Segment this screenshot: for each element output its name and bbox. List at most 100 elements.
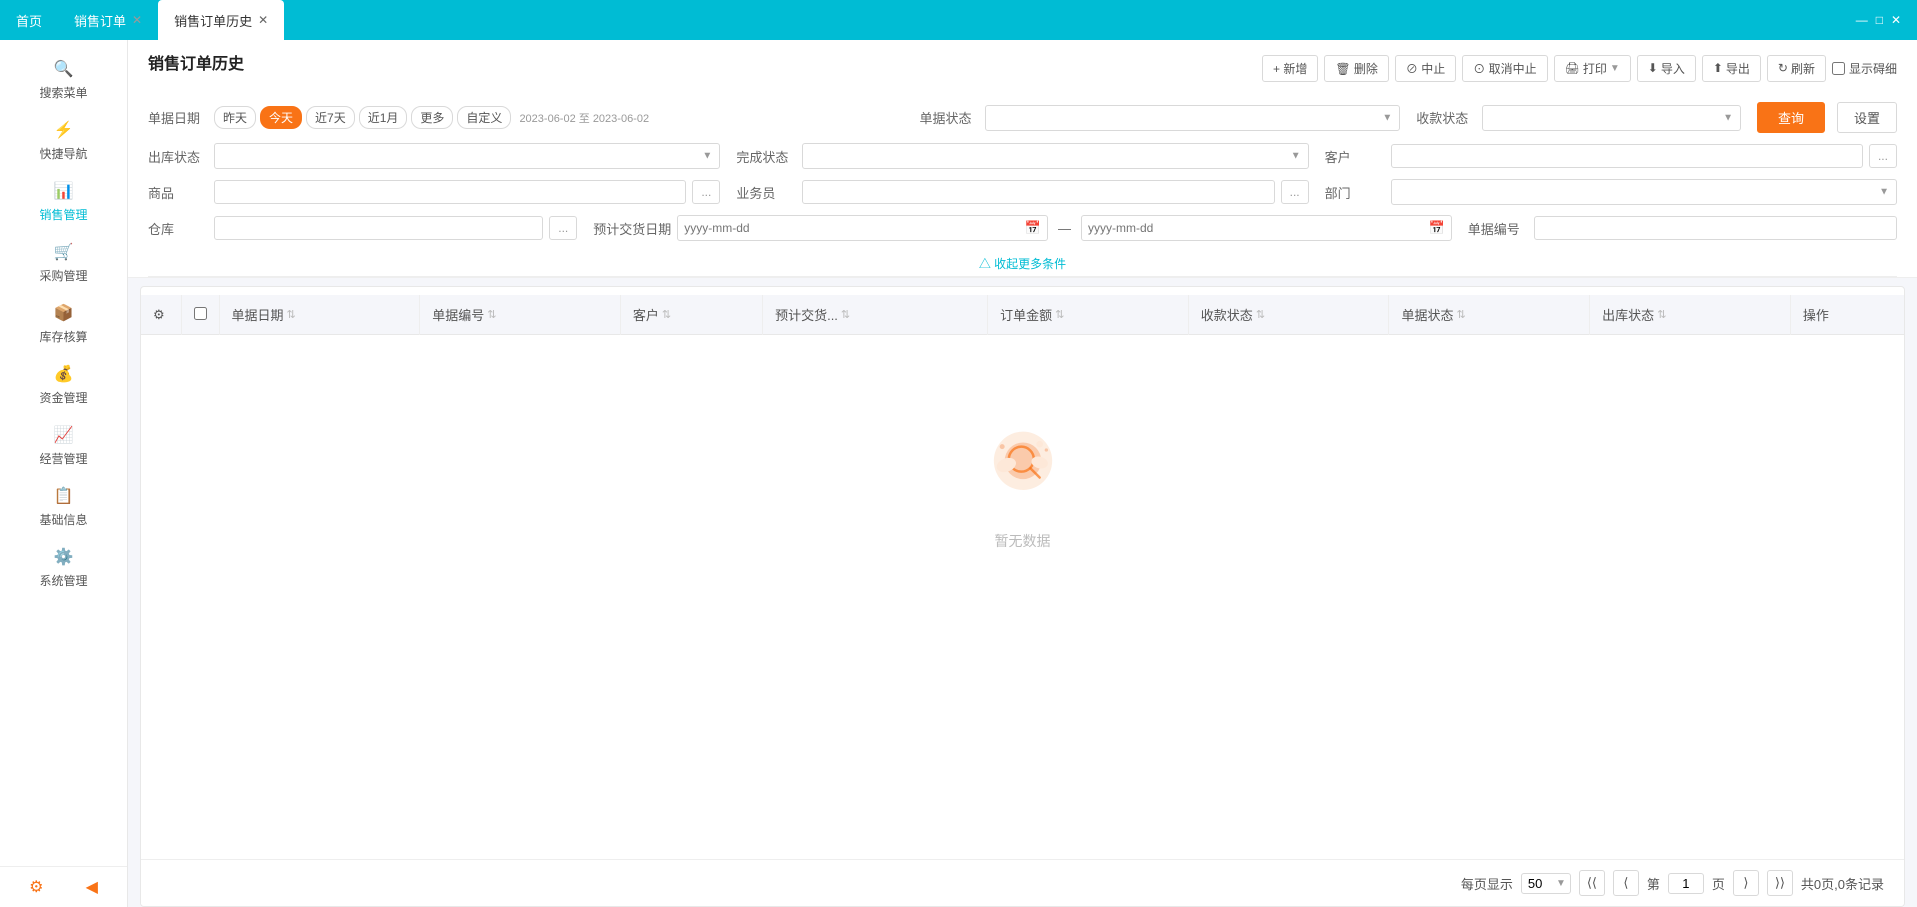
page-size-select[interactable]: 50 10 20 100: [1521, 873, 1571, 894]
per-page-label: 每页显示: [1461, 874, 1513, 893]
chip-more[interactable]: 更多: [411, 106, 453, 129]
next-page-button[interactable]: ⟩: [1733, 870, 1759, 896]
first-page-icon: ⟨⟨: [1587, 875, 1597, 891]
product-input[interactable]: [214, 180, 686, 204]
table-header: ⚙ 单据日期 ⇅: [141, 295, 1904, 335]
page-header-area: 销售订单历史 + 新增 🗑 删除 ⊘ 中止 ⊙ 取消中止 🖨 🖨 打印 打印 ▼…: [128, 40, 1917, 278]
doc-date-label: 单据日期: [148, 108, 208, 127]
prev-page-button[interactable]: ⟨: [1613, 870, 1639, 896]
warehouse-label: 仓库: [148, 219, 208, 238]
cancel-stop-button[interactable]: ⊙ 取消中止: [1462, 55, 1547, 82]
salesman-input[interactable]: [802, 180, 1274, 204]
doc-status-select[interactable]: [985, 105, 1400, 131]
total-text: 共0页,0条记录: [1801, 874, 1884, 893]
sidebar-item-sales-mgmt[interactable]: 📊 销售管理: [0, 170, 127, 231]
display-toggle[interactable]: 显示碍细: [1832, 60, 1897, 77]
sidebar-item-finance[interactable]: 💰 资金管理: [0, 353, 127, 414]
start-date-wrap: 📅: [677, 215, 1048, 241]
prev-page-icon: ⟨: [1623, 875, 1628, 891]
export-button[interactable]: ⬆ 导出: [1702, 55, 1761, 82]
tab-sales-order-history-close[interactable]: ✕: [258, 13, 268, 27]
end-calendar-icon[interactable]: 📅: [1429, 220, 1445, 236]
tab-sales-order-close[interactable]: ✕: [132, 13, 142, 27]
filter-completion-status: 完成状态: [736, 143, 1308, 169]
pagination-bar: 每页显示 50 10 20 100 ⟨⟨ ⟨ 第 页: [141, 859, 1904, 906]
department-label: 部门: [1325, 183, 1385, 202]
customer-input[interactable]: [1391, 144, 1863, 168]
refresh-button[interactable]: ↻ 刷新: [1767, 55, 1826, 82]
chip-yesterday[interactable]: 昨天: [214, 106, 256, 129]
main-content: 销售订单历史 + 新增 🗑 删除 ⊘ 中止 ⊙ 取消中止 🖨 🖨 打印 打印 ▼…: [128, 40, 1917, 907]
chip-today[interactable]: 今天: [260, 106, 302, 129]
department-select[interactable]: [1391, 179, 1897, 205]
doc-date-sort-icon: ⇅: [287, 308, 296, 321]
sidebar-item-purchase-mgmt[interactable]: 🛒 采购管理: [0, 231, 127, 292]
select-all-checkbox[interactable]: [194, 307, 207, 320]
end-date-wrap: 📅: [1081, 215, 1452, 241]
query-button[interactable]: 查询: [1757, 102, 1825, 133]
product-ellipsis[interactable]: ...: [692, 180, 720, 204]
table-section: ⚙ 单据日期 ⇅: [140, 286, 1905, 907]
sidebar-settings-icon[interactable]: ⚙: [29, 877, 43, 897]
chip-7days[interactable]: 近7天: [306, 106, 355, 129]
col-customer: 客户 ⇅: [620, 295, 762, 335]
doc-number-input[interactable]: [1534, 216, 1897, 240]
data-table: ⚙ 单据日期 ⇅: [141, 295, 1904, 631]
sidebar-item-inventory[interactable]: 📦 库存核算: [0, 292, 127, 353]
end-date-input[interactable]: [1088, 221, 1425, 235]
start-date-input[interactable]: [684, 221, 1021, 235]
tab-sales-order-history[interactable]: 销售订单历史 ✕: [158, 0, 284, 40]
window-maximize[interactable]: □: [1876, 13, 1883, 27]
last-page-button[interactable]: ⟩⟩: [1767, 870, 1793, 896]
top-bar-right: — □ ✕: [1856, 13, 1917, 27]
display-checkbox[interactable]: [1832, 62, 1845, 75]
page-number-input[interactable]: [1668, 873, 1704, 894]
filter-doc-status: 单据状态: [919, 105, 1400, 131]
delete-button[interactable]: 🗑 删除: [1324, 55, 1389, 82]
export-icon: ⬆: [1713, 61, 1723, 75]
settings-button[interactable]: 设置: [1837, 102, 1897, 133]
stop-button[interactable]: ⊘ 中止: [1395, 55, 1456, 82]
sidebar-item-search-menu[interactable]: 🔍 搜索菜单: [0, 48, 127, 109]
tab-sales-order[interactable]: 销售订单 ✕: [58, 0, 158, 40]
inventory-icon: 📦: [53, 302, 75, 324]
salesman-ellipsis[interactable]: ...: [1281, 180, 1309, 204]
completion-status-select[interactable]: [802, 143, 1308, 169]
next-page-icon: ⟩: [1743, 875, 1748, 891]
chip-custom[interactable]: 自定义: [457, 106, 511, 129]
date-separator: —: [1054, 221, 1075, 236]
filter-payment-status: 收款状态 查询 设置: [1416, 102, 1897, 133]
sidebar-collapse-icon[interactable]: ◀: [86, 877, 98, 897]
payment-status-select[interactable]: [1482, 105, 1741, 131]
warehouse-input[interactable]: [214, 216, 543, 240]
start-calendar-icon[interactable]: 📅: [1025, 220, 1041, 236]
top-bar: 首页 销售订单 ✕ 销售订单历史 ✕ — □ ✕: [0, 0, 1917, 40]
first-page-button[interactable]: ⟨⟨: [1579, 870, 1605, 896]
filter-product: 商品 ...: [148, 180, 720, 204]
chip-1month[interactable]: 近1月: [359, 106, 408, 129]
doc-number-label: 单据编号: [1468, 219, 1528, 238]
warehouse-ellipsis[interactable]: ...: [549, 216, 577, 240]
customer-ellipsis[interactable]: ...: [1869, 144, 1897, 168]
payment-status-label: 收款状态: [1416, 108, 1476, 127]
sidebar-inventory-label: 库存核算: [39, 328, 87, 345]
print-button[interactable]: 🖨 🖨 打印 打印 ▼: [1554, 55, 1631, 82]
amount-sort-icon: ⇅: [1055, 308, 1064, 321]
col-actions: 操作: [1790, 295, 1904, 335]
collapse-button[interactable]: △ 收起更多条件: [979, 255, 1066, 272]
tab-home[interactable]: 首页: [0, 0, 58, 40]
window-minimize[interactable]: —: [1856, 13, 1868, 27]
empty-text: 暂无数据: [995, 531, 1051, 551]
outbound-status-select[interactable]: [214, 143, 720, 169]
window-close[interactable]: ✕: [1891, 13, 1901, 27]
filter-doc-number: 单据编号: [1468, 216, 1897, 240]
sidebar-item-operations[interactable]: 📈 经营管理: [0, 414, 127, 475]
sidebar-item-quick-nav[interactable]: ⚡ 快捷导航: [0, 109, 127, 170]
sidebar-item-sys-mgmt[interactable]: ⚙️ 系统管理: [0, 536, 127, 597]
import-button[interactable]: ⬇ 导入: [1637, 55, 1696, 82]
customer-label: 客户: [1325, 147, 1385, 166]
customer-sort-icon: ⇅: [662, 308, 671, 321]
new-button[interactable]: + 新增: [1262, 55, 1318, 82]
table-settings-icon[interactable]: ⚙: [153, 307, 165, 322]
sidebar-item-base-info[interactable]: 📋 基础信息: [0, 475, 127, 536]
